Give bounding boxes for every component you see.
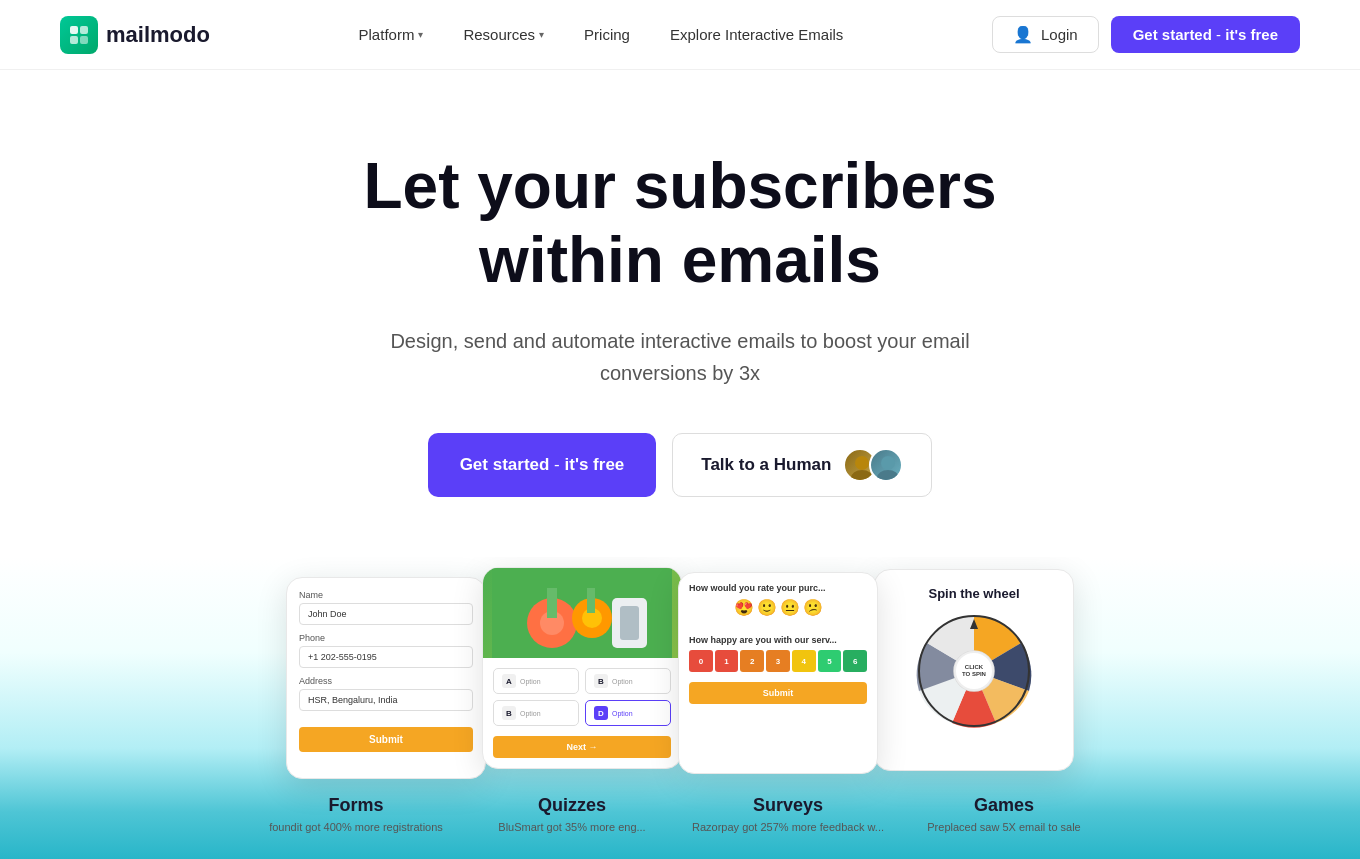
svg-rect-2 [70, 36, 78, 44]
quizzes-card: A Option B Option B Option D Option [482, 567, 682, 769]
svg-rect-3 [80, 36, 88, 44]
quizzes-desc: BluSmart got 35% more eng... [472, 820, 672, 835]
survey-submit-button[interactable]: Submit [689, 682, 867, 704]
avatar-group [843, 448, 903, 482]
phone-input[interactable] [299, 646, 473, 668]
svg-point-6 [881, 456, 895, 470]
hero-subtitle: Design, send and automate interactive em… [380, 325, 980, 389]
email-cards-row: Name Phone Address Submit [226, 577, 1134, 779]
cards-section: Name Phone Address Submit [0, 557, 1360, 859]
surveys-card: How would you rate your purc... 😍 🙂 😐 😕 … [678, 572, 878, 774]
nav-links: Platform ▾ Resources ▾ Pricing Explore I… [343, 18, 860, 51]
quizzes-title: Quizzes [472, 795, 672, 816]
nps-scale: 0 1 2 3 4 5 6 [679, 650, 877, 682]
games-card: Spin the wheel [874, 569, 1074, 771]
nav-cta-button[interactable]: Get started - it's free [1111, 16, 1300, 53]
forms-card: Name Phone Address Submit [286, 577, 486, 779]
quiz-option-d[interactable]: D Option [585, 700, 671, 726]
svg-rect-11 [547, 588, 557, 618]
login-button[interactable]: 👤 Login [992, 16, 1099, 53]
survey-question-1: How would you rate your purc... [679, 573, 877, 598]
navbar: mailmodo Platform ▾ Resources ▾ Pricing … [0, 0, 1360, 70]
nav-pricing[interactable]: Pricing [568, 18, 646, 51]
chevron-down-icon: ▾ [539, 29, 544, 40]
form-submit-button[interactable]: Submit [299, 727, 473, 752]
games-title: Games [904, 795, 1104, 816]
quiz-image [483, 568, 681, 658]
survey-question-2: How happy are you with our serv... [679, 625, 877, 650]
svg-rect-16 [620, 606, 639, 640]
games-desc: Preplaced saw 5X email to sale [904, 820, 1104, 835]
nav-resources[interactable]: Resources ▾ [447, 18, 560, 51]
logo[interactable]: mailmodo [60, 16, 210, 54]
quiz-option-c[interactable]: B Option [493, 700, 579, 726]
nav-interactive-emails[interactable]: Explore Interactive Emails [654, 18, 859, 51]
hero-buttons: Get started - it's free Talk to a Human [20, 433, 1340, 497]
spin-click-button[interactable]: CLICKTO SPIN [954, 651, 994, 691]
surveys-desc: Razorpay got 257% more feedback w... [688, 820, 888, 835]
nav-actions: 👤 Login Get started - it's free [992, 16, 1300, 53]
address-input[interactable] [299, 689, 473, 711]
quiz-next-button[interactable]: Next → [493, 736, 671, 758]
nav-platform[interactable]: Platform ▾ [343, 18, 440, 51]
forms-label: Forms foundit got 400% more registration… [256, 795, 456, 835]
form-field-name: Name [299, 590, 473, 625]
svg-rect-1 [80, 26, 88, 34]
form-field-phone: Phone [299, 633, 473, 668]
avatar [869, 448, 903, 482]
surveys-title: Surveys [688, 795, 888, 816]
person-icon: 👤 [1013, 25, 1033, 44]
hero-section: Let your subscribers within emails Desig… [0, 70, 1360, 557]
hero-cta-button[interactable]: Get started - it's free [428, 433, 657, 497]
talk-human-button[interactable]: Talk to a Human [672, 433, 932, 497]
spin-wheel: CLICKTO SPIN [914, 611, 1034, 731]
surveys-label: Surveys Razorpay got 257% more feedback … [688, 795, 888, 835]
form-field-address: Address [299, 676, 473, 711]
name-input[interactable] [299, 603, 473, 625]
chevron-down-icon: ▾ [418, 29, 423, 40]
svg-rect-14 [587, 588, 595, 613]
svg-point-7 [877, 470, 899, 482]
quiz-option-b[interactable]: B Option [585, 668, 671, 694]
quizzes-label: Quizzes BluSmart got 35% more eng... [472, 795, 672, 835]
logo-text: mailmodo [106, 22, 210, 48]
card-labels-row: Forms foundit got 400% more registration… [196, 779, 1164, 835]
hero-title: Let your subscribers within emails [230, 150, 1130, 297]
svg-point-4 [855, 456, 869, 470]
quiz-options: A Option B Option B Option D Option [483, 658, 681, 736]
svg-rect-0 [70, 26, 78, 34]
forms-desc: foundit got 400% more registrations [256, 820, 456, 835]
logo-icon [60, 16, 98, 54]
forms-title: Forms [256, 795, 456, 816]
rating-emojis: 😍 🙂 😐 😕 [679, 598, 877, 625]
games-label: Games Preplaced saw 5X email to sale [904, 795, 1104, 835]
spin-wheel-title: Spin the wheel [887, 586, 1061, 601]
quiz-option-a[interactable]: A Option [493, 668, 579, 694]
